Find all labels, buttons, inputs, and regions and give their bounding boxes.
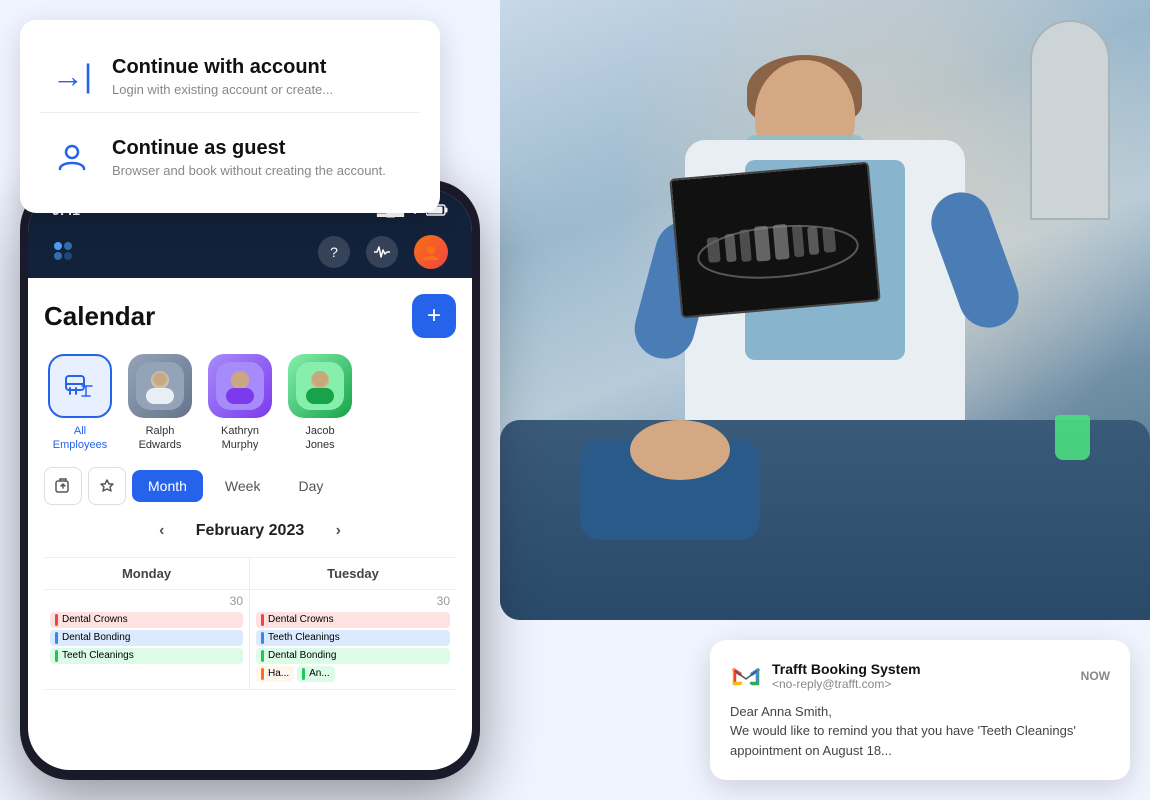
dental-photo-background (500, 0, 1150, 620)
app-logo (52, 240, 82, 264)
event-dental-crowns-mon[interactable]: Dental Crowns (50, 612, 243, 628)
view-toggle: Month Week Day (44, 467, 456, 505)
login-icon: →| (48, 52, 96, 100)
login-popup: →| Continue with account Login with exis… (20, 20, 440, 213)
app-content: Calendar + (28, 278, 472, 770)
phone-body: 9:41 ▂▄▆ (20, 180, 480, 780)
employee-jacob[interactable]: JacobJones (284, 354, 356, 453)
sender-name: Trafft Booking System (772, 661, 921, 677)
monday-day-number: 30 (50, 594, 243, 608)
event-bar (55, 614, 58, 626)
dental-equipment (1030, 20, 1110, 220)
calendar-grid: Monday Tuesday 30 Dental Crowns (44, 557, 456, 690)
nav-icons: ? (318, 235, 448, 269)
continue-with-account-option[interactable]: →| Continue with account Login with exis… (40, 40, 420, 113)
event-ha-tue[interactable]: Ha... (256, 666, 294, 682)
all-employees-avatar (48, 354, 112, 418)
cup (1055, 415, 1090, 460)
calendar-days-header: Monday Tuesday (44, 558, 456, 590)
event-an-tue[interactable]: An... (297, 666, 335, 682)
add-appointment-button[interactable]: + (412, 294, 456, 338)
event-teeth-cleanings-tue[interactable]: Teeth Cleanings (256, 630, 450, 646)
ralph-label: RalphEdwards (139, 424, 182, 453)
phone-screen: 9:41 ▂▄▆ (28, 190, 472, 770)
day-tab[interactable]: Day (282, 470, 339, 502)
email-body: Dear Anna Smith, We would like to remind… (730, 702, 1110, 761)
month-navigation: ‹ February 2023 › (44, 517, 456, 545)
user-avatar[interactable] (414, 235, 448, 269)
tuesday-header: Tuesday (250, 558, 456, 589)
jacob-avatar (288, 354, 352, 418)
week-tab[interactable]: Week (209, 470, 277, 502)
month-tab[interactable]: Month (132, 470, 203, 502)
phone-nav: ? (28, 226, 472, 278)
ralph-avatar (128, 354, 192, 418)
continue-as-guest-option[interactable]: Continue as guest Browser and book witho… (40, 121, 420, 193)
email-sender: Trafft Booking System <no-reply@trafft.c… (730, 660, 921, 692)
calendar-title: Calendar (44, 301, 155, 332)
phone-mockup: 9:41 ▂▄▆ (20, 180, 480, 780)
email-header: Trafft Booking System <no-reply@trafft.c… (730, 660, 1110, 692)
share-button[interactable] (44, 467, 82, 505)
event-dental-bonding-tue[interactable]: Dental Bonding (256, 648, 450, 664)
star-button[interactable] (88, 467, 126, 505)
patient-figure (500, 420, 1150, 620)
employees-row: AllEmployees (44, 354, 456, 453)
kathryn-avatar (208, 354, 272, 418)
more-events: Ha... An... (256, 666, 450, 684)
calendar-header: Calendar + (44, 294, 456, 338)
event-teeth-cleanings-mon[interactable]: Teeth Cleanings (50, 648, 243, 664)
all-employees-label: AllEmployees (53, 424, 107, 453)
event-dental-bonding-mon[interactable]: Dental Bonding (50, 630, 243, 646)
next-month-button[interactable]: › (324, 517, 352, 545)
email-notification-card: Trafft Booking System <no-reply@trafft.c… (710, 640, 1130, 781)
sender-email: <no-reply@trafft.com> (772, 677, 921, 691)
continue-guest-title: Continue as guest (112, 137, 386, 160)
email-time: NOW (1081, 669, 1110, 683)
kathryn-label: KathrynMurphy (221, 424, 259, 453)
current-month-label: February 2023 (196, 522, 305, 540)
gmail-icon (730, 660, 762, 692)
monday-cell[interactable]: 30 Dental Crowns Dental Bonding (44, 590, 250, 689)
event-dental-crowns-tue[interactable]: Dental Crowns (256, 612, 450, 628)
employee-ralph[interactable]: RalphEdwards (124, 354, 196, 453)
employee-kathryn[interactable]: KathrynMurphy (204, 354, 276, 453)
help-button[interactable]: ? (318, 236, 350, 268)
continue-guest-subtitle: Browser and book without creating the ac… (112, 163, 386, 178)
guest-icon (48, 133, 96, 181)
calendar-week-row: 30 Dental Crowns Dental Bonding (44, 590, 456, 690)
jacob-label: JacobJones (305, 424, 334, 453)
tuesday-cell[interactable]: 30 Dental Crowns Teeth Cleanings (250, 590, 456, 689)
continue-account-subtitle: Login with existing account or create... (112, 82, 333, 97)
continue-account-title: Continue with account (112, 56, 333, 79)
prev-month-button[interactable]: ‹ (148, 517, 176, 545)
email-sender-info: Trafft Booking System <no-reply@trafft.c… (772, 661, 921, 691)
employee-all[interactable]: AllEmployees (44, 354, 116, 453)
tuesday-day-number: 30 (256, 594, 450, 608)
monday-header: Monday (44, 558, 250, 589)
activity-button[interactable] (366, 236, 398, 268)
